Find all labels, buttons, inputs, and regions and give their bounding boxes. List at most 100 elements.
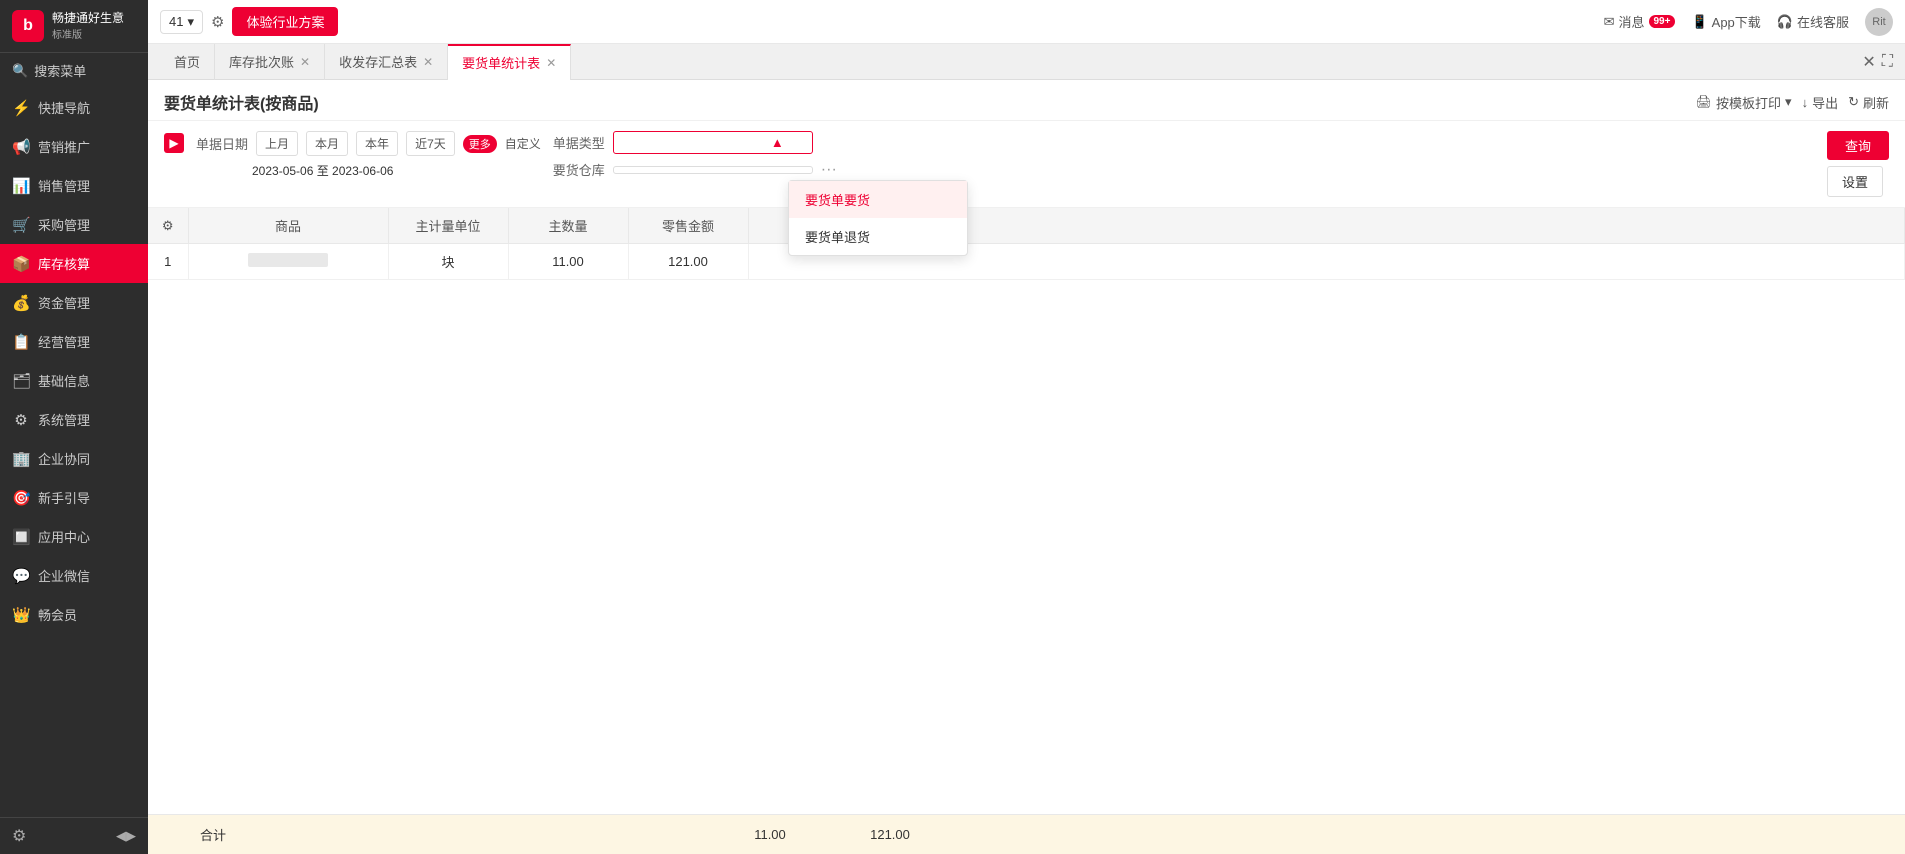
sidebar-item-vip[interactable]: 👑 畅会员 <box>0 595 148 634</box>
app-download-label: App下载 <box>1712 12 1761 31</box>
dropdown-item-order-return[interactable]: 要货单退货 <box>789 218 967 255</box>
quick-nav-icon: ⚡ <box>12 99 30 117</box>
date-custom-button[interactable]: 自定义 <box>505 135 541 152</box>
sidebar-item-label: 基础信息 <box>38 371 90 390</box>
date-label: 单据日期 <box>196 134 248 153</box>
date-range-display: 2023-05-06 至 2023-06-06 <box>252 162 393 179</box>
sidebar-item-finance[interactable]: 💰 资金管理 <box>0 283 148 322</box>
col-header-product: 商品 <box>188 208 388 244</box>
sidebar-item-enterprise[interactable]: 🏢 企业协同 <box>0 439 148 478</box>
operation-icon: 📋 <box>12 333 30 351</box>
sidebar-item-label: 经营管理 <box>38 332 90 351</box>
sidebar-item-wechat[interactable]: 💬 企业微信 <box>0 556 148 595</box>
footer-label: 合计 <box>160 825 380 844</box>
sidebar-item-label: 企业协同 <box>38 449 90 468</box>
cell-unit: 块 <box>388 244 508 280</box>
sidebar-item-label: 采购管理 <box>38 215 90 234</box>
sidebar-item-appstore[interactable]: 🔲 应用中心 <box>0 517 148 556</box>
online-service[interactable]: 🎧 在线客服 <box>1777 12 1849 31</box>
filter-date-group: 单据日期 上月 本月 本年 近7天 更多 自定义 2023-05-06 至 20… <box>196 131 541 179</box>
page-content: 要货单统计表(按商品) 🖨 按模板打印 ▾ ↓ 导出 ↻ 刷新 ▶ <box>148 80 1905 854</box>
export-button[interactable]: ↓ 导出 <box>1802 93 1839 112</box>
user-avatar[interactable]: Rit <box>1865 8 1893 36</box>
chevron-down-icon: ▾ <box>187 14 194 30</box>
sidebar-item-system[interactable]: ⚙ 系统管理 <box>0 400 148 439</box>
data-table: ⚙ 商品 主计量单位 主数量 零售金额 1 块 <box>148 208 1905 280</box>
guide-icon: 🎯 <box>12 489 30 507</box>
settings-button[interactable]: 设置 <box>1827 166 1883 197</box>
topbar-gear-icon[interactable]: ⚙ <box>211 13 224 31</box>
col-header-settings[interactable]: ⚙ <box>148 208 188 244</box>
warehouse-input[interactable] <box>613 166 813 174</box>
dropdown-item-order-goods[interactable]: 要货单要货 <box>789 181 967 218</box>
page-header: 要货单统计表(按商品) 🖨 按模板打印 ▾ ↓ 导出 ↻ 刷新 <box>148 80 1905 121</box>
sales-icon: 📊 <box>12 177 30 195</box>
footer-amount: 121.00 <box>830 827 950 842</box>
footer-qty: 11.00 <box>710 827 830 842</box>
query-button[interactable]: 查询 <box>1827 131 1889 160</box>
date-this-year-button[interactable]: 本年 <box>356 131 398 156</box>
sidebar-item-label: 应用中心 <box>38 527 90 546</box>
date-7days-button[interactable]: 近7天 <box>406 131 455 156</box>
filter-warehouse-row: 要货仓库 ··· <box>553 160 1815 179</box>
tab-order-stats-close[interactable]: ✕ <box>546 56 556 70</box>
filter-expand-button[interactable]: ▶ <box>164 133 184 153</box>
online-service-label: 在线客服 <box>1797 12 1849 31</box>
tab-batch-account[interactable]: 库存批次账 ✕ <box>215 44 325 80</box>
trial-button[interactable]: 体验行业方案 <box>232 7 338 36</box>
filter-date-range-row: 2023-05-06 至 2023-06-06 <box>196 162 541 179</box>
tab-expand-icon[interactable]: ⛶ <box>1882 53 1893 71</box>
filter-action-group: 查询 设置 <box>1827 131 1889 197</box>
tab-batch-account-label: 库存批次账 <box>229 52 294 71</box>
sidebar-settings-icon[interactable]: ⚙ <box>12 826 26 846</box>
tab-batch-account-close[interactable]: ✕ <box>300 55 310 69</box>
col-header-qty: 主数量 <box>508 208 628 244</box>
topbar-right: ✉ 消息 99+ 📱 App下载 🎧 在线客服 Rit <box>1604 8 1893 36</box>
tab-delivery-summary[interactable]: 收发存汇总表 ✕ <box>325 44 448 80</box>
sidebar-item-label: 快捷导航 <box>38 98 90 117</box>
sidebar-item-inventory[interactable]: 📦 库存核算 <box>0 244 148 283</box>
print-button[interactable]: 🖨 按模板打印 ▾ <box>1696 93 1792 112</box>
date-this-month-button[interactable]: 本月 <box>306 131 348 156</box>
table-header: ⚙ 商品 主计量单位 主数量 零售金额 <box>148 208 1905 244</box>
inventory-icon: 📦 <box>12 255 30 273</box>
tab-home[interactable]: 首页 <box>160 44 215 80</box>
sidebar-item-label: 新手引导 <box>38 488 90 507</box>
message-icon: ✉ <box>1604 14 1615 30</box>
purchase-icon: 🛒 <box>12 216 30 234</box>
messages-count: 99+ <box>1649 15 1676 28</box>
table-footer: 合计 11.00 121.00 <box>148 814 1905 854</box>
sidebar-item-sales[interactable]: 📊 销售管理 <box>0 166 148 205</box>
tab-delivery-close[interactable]: ✕ <box>423 55 433 69</box>
messages-badge[interactable]: ✉ 消息 99+ <box>1604 12 1676 31</box>
export-icon: ↓ <box>1802 95 1809 110</box>
page-actions: 🖨 按模板打印 ▾ ↓ 导出 ↻ 刷新 <box>1696 93 1890 112</box>
sidebar-item-guide[interactable]: 🎯 新手引导 <box>0 478 148 517</box>
messages-label: 消息 <box>1618 12 1644 31</box>
date-prev-month-button[interactable]: 上月 <box>256 131 298 156</box>
appstore-icon: 🔲 <box>12 528 30 546</box>
type-select[interactable]: ▲ <box>613 131 813 154</box>
sidebar-item-operation[interactable]: 📋 经营管理 <box>0 322 148 361</box>
tab-order-stats[interactable]: 要货单统计表 ✕ <box>448 44 571 80</box>
date-more-badge[interactable]: 更多 <box>463 135 497 153</box>
sidebar-item-purchase[interactable]: 🛒 采购管理 <box>0 205 148 244</box>
filter-date-row: 单据日期 上月 本月 本年 近7天 更多 自定义 <box>196 131 541 156</box>
search-menu[interactable]: 🔍 搜索菜单 <box>0 53 148 88</box>
company-selector[interactable]: 41 ▾ <box>160 10 203 34</box>
sidebar-item-label: 库存核算 <box>38 254 90 273</box>
logo-icon: b <box>12 10 44 42</box>
table-row: 1 块 11.00 121.00 <box>148 244 1905 280</box>
sidebar-collapse-icon[interactable]: ◀▶ <box>116 828 136 844</box>
warehouse-more-icon[interactable]: ··· <box>821 161 837 179</box>
table-body: 1 块 11.00 121.00 <box>148 244 1905 280</box>
sidebar-item-label: 系统管理 <box>38 410 90 429</box>
warehouse-label: 要货仓库 <box>553 160 605 179</box>
tab-close-all-icon[interactable]: ✕ <box>1862 52 1875 72</box>
sidebar-item-basic[interactable]: 🗂 基础信息 <box>0 361 148 400</box>
table-header-row: ⚙ 商品 主计量单位 主数量 零售金额 <box>148 208 1905 244</box>
app-download[interactable]: 📱 App下载 <box>1691 12 1760 31</box>
sidebar-item-quick-nav[interactable]: ⚡ 快捷导航 <box>0 88 148 127</box>
refresh-button[interactable]: ↻ 刷新 <box>1848 93 1889 112</box>
sidebar-item-marketing[interactable]: 📢 营销推广 <box>0 127 148 166</box>
